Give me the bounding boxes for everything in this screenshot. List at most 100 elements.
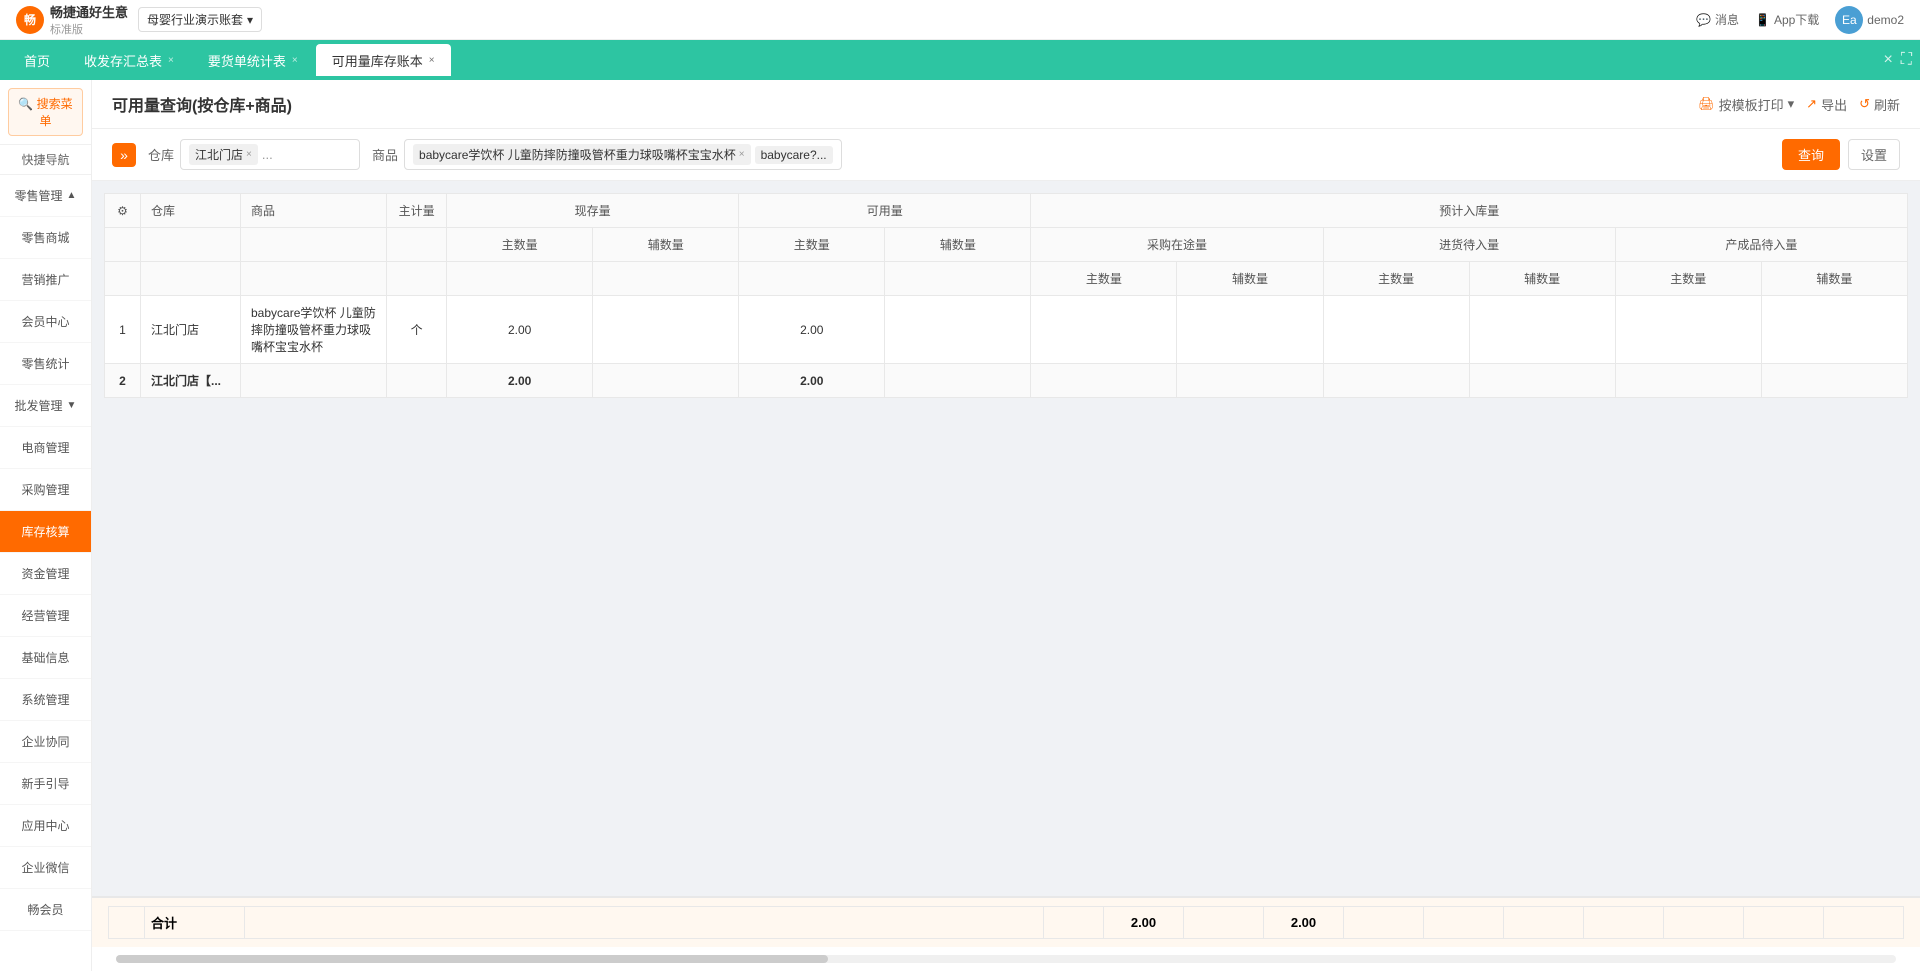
th-product-2	[241, 228, 387, 262]
sidebar-item-enterprise[interactable]: 企业协同	[0, 721, 91, 763]
fullscreen-btn[interactable]: ⛶	[1901, 51, 1912, 69]
sidebar-item-newbie[interactable]: 新手引导	[0, 763, 91, 805]
row2-product-main	[1615, 364, 1761, 398]
row2-purchase-main	[1031, 364, 1177, 398]
footer-current-main: 2.00	[1104, 907, 1184, 939]
close-all-tabs-btn[interactable]: ×	[1883, 51, 1892, 69]
tab-receivable-summary[interactable]: 收发存汇总表 ×	[68, 44, 190, 76]
footer-avail-main: 2.00	[1264, 907, 1344, 939]
brand-logo: 畅 畅捷通好生意 标准版	[16, 2, 128, 37]
warehouse-dots[interactable]: ...	[262, 147, 273, 162]
row1-purchase-aux	[1177, 296, 1323, 364]
filter-actions: 查询 设置	[1782, 139, 1900, 170]
chevron-down-icon: ▼	[67, 400, 77, 411]
row2-avail-main: 2.00	[739, 364, 885, 398]
top-bar-right: 💬 消息 📱 App下载 Ea demo2	[1696, 6, 1904, 34]
th-current-aux-3	[593, 262, 739, 296]
footer-p1	[1424, 907, 1504, 939]
th-purchase-main: 主数量	[1031, 262, 1177, 296]
th-current-main: 主数量	[447, 228, 593, 262]
tab-home[interactable]: 首页	[8, 44, 66, 76]
sidebar-item-marketing[interactable]: 营销推广	[0, 259, 91, 301]
sidebar-item-stock-check[interactable]: 库存核算	[0, 511, 91, 553]
sidebar-item-member[interactable]: 畅会员	[0, 889, 91, 931]
close-tab-2[interactable]: ×	[292, 55, 298, 66]
row2-goods-aux	[1469, 364, 1615, 398]
warehouse-tag: 江北门店 ×	[189, 144, 258, 165]
chevron-up-icon: ▲	[67, 190, 77, 201]
th-unit-2	[387, 228, 447, 262]
sidebar-item-wechat[interactable]: 企业微信	[0, 847, 91, 889]
scrollbar-track[interactable]	[116, 955, 1896, 963]
user-menu[interactable]: Ea demo2	[1835, 6, 1904, 34]
th-warehouse-2	[141, 228, 241, 262]
tab-available-stock[interactable]: 可用量库存账本 ×	[316, 44, 451, 76]
th-no	[105, 228, 141, 262]
brand-subtitle: 标准版	[50, 21, 128, 37]
sidebar-item-system[interactable]: 系统管理	[0, 679, 91, 721]
page-title: 可用量查询(按仓库+商品)	[112, 92, 292, 116]
row2-product	[241, 364, 387, 398]
close-tab-1[interactable]: ×	[168, 55, 174, 66]
warehouse-input[interactable]: 江北门店 × ...	[180, 139, 360, 170]
th-current-main-3	[447, 262, 593, 296]
th-product-aux: 辅数量	[1761, 262, 1907, 296]
sidebar-item-retail-mgmt[interactable]: 零售管理 ▲	[0, 175, 91, 217]
sidebar-item-app-center[interactable]: 应用中心	[0, 805, 91, 847]
industry-select[interactable]: 母婴行业演示账套 ▾	[138, 7, 262, 32]
th-current-stock-group: 现存量	[447, 194, 739, 228]
sidebar-item-member-center[interactable]: 会员中心	[0, 301, 91, 343]
row2-current-main: 2.00	[447, 364, 593, 398]
th-avail-main-3	[739, 262, 885, 296]
th-product: 商品	[241, 194, 387, 228]
close-tab-3[interactable]: ×	[429, 55, 435, 66]
footer-p5	[1744, 907, 1824, 939]
search-menu-btn[interactable]: 🔍 搜索菜单	[8, 88, 83, 136]
scrollbar-thumb[interactable]	[116, 955, 828, 963]
gear-header[interactable]: ⚙	[105, 194, 141, 228]
remove-product-tag-1[interactable]: ×	[739, 149, 745, 160]
sidebar-item-wholesale-mgmt[interactable]: 批发管理 ▼	[0, 385, 91, 427]
footer-p3	[1584, 907, 1664, 939]
query-btn[interactable]: 查询	[1782, 139, 1840, 170]
th-product-main: 主数量	[1615, 262, 1761, 296]
refresh-btn[interactable]: ↺ 刷新	[1859, 95, 1900, 114]
th-available-group: 可用量	[739, 194, 1031, 228]
app-download-btn[interactable]: 📱 App下载	[1755, 11, 1819, 28]
footer-product	[245, 907, 1044, 939]
row1-current-main: 2.00	[447, 296, 593, 364]
row2-unit	[387, 364, 447, 398]
remove-warehouse-tag[interactable]: ×	[246, 149, 252, 160]
tab-order-summary[interactable]: 要货单统计表 ×	[192, 44, 314, 76]
product-tag-1: babycare学饮杯 儿童防摔防撞吸管杯重力球吸嘴杯宝宝水杯 ×	[413, 144, 751, 165]
footer-label: 合计	[145, 907, 245, 939]
footer-p4	[1664, 907, 1744, 939]
row1-product: babycare学饮杯 儿童防摔防撞吸管杯重力球吸嘴杯宝宝水杯	[241, 296, 387, 364]
product-input[interactable]: babycare学饮杯 儿童防摔防撞吸管杯重力球吸嘴杯宝宝水杯 × babyca…	[404, 139, 842, 170]
sidebar-item-purchase[interactable]: 采购管理	[0, 469, 91, 511]
message-btn[interactable]: 💬 消息	[1696, 11, 1739, 28]
avatar: Ea	[1835, 6, 1863, 34]
sidebar-item-retail-stats[interactable]: 零售统计	[0, 343, 91, 385]
warehouse-label: 仓库	[148, 145, 174, 164]
print-btn[interactable]: 🖨 按模板打印 ▾	[1698, 95, 1794, 114]
sidebar-item-retail-mall[interactable]: 零售商城	[0, 217, 91, 259]
sidebar-item-basic-info[interactable]: 基础信息	[0, 637, 91, 679]
sidebar-item-ecommerce[interactable]: 电商管理	[0, 427, 91, 469]
settings-btn[interactable]: 设置	[1848, 139, 1900, 170]
expand-filter-btn[interactable]: »	[112, 143, 136, 167]
th-avail-main: 主数量	[739, 228, 885, 262]
export-btn[interactable]: ↗ 导出	[1806, 95, 1847, 114]
th-purchase-in-group: 采购在途量	[1031, 228, 1323, 262]
product-label: 商品	[372, 145, 398, 164]
th-expected-in-group: 预计入库量	[1031, 194, 1908, 228]
sidebar-item-operations[interactable]: 经营管理	[0, 595, 91, 637]
chevron-down-icon: ▾	[247, 13, 253, 27]
row2-avail-aux	[885, 364, 1031, 398]
print-icon: 🖨	[1698, 96, 1715, 112]
sidebar-item-finance[interactable]: 资金管理	[0, 553, 91, 595]
row1-unit: 个	[387, 296, 447, 364]
quick-nav-btn[interactable]: 快捷导航	[0, 145, 91, 175]
row1-goods-main	[1323, 296, 1469, 364]
table-row: 2 江北门店【... 2.00 2.00	[105, 364, 1908, 398]
